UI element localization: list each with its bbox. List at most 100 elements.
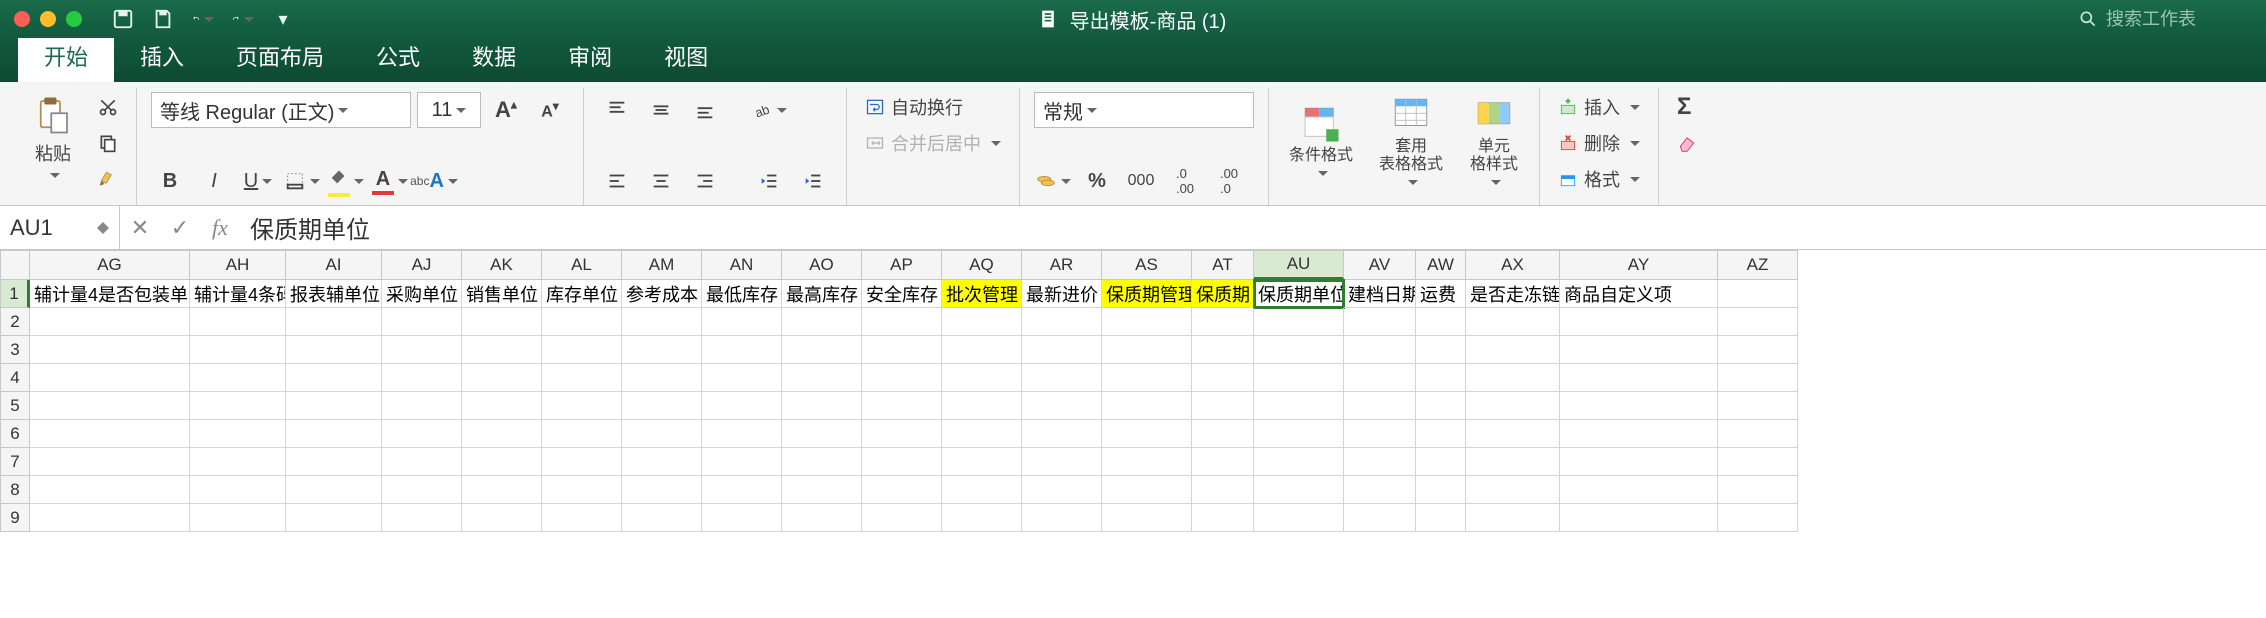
col-header-AG[interactable]: AG	[30, 250, 190, 280]
col-header-AJ[interactable]: AJ	[382, 250, 462, 280]
cell-AO7[interactable]	[782, 448, 862, 476]
formula-input[interactable]: 保质期单位	[240, 210, 2266, 245]
cell-AZ1[interactable]	[1718, 280, 1798, 308]
col-header-AN[interactable]: AN	[702, 250, 782, 280]
cell-AK3[interactable]	[462, 336, 542, 364]
row-header-5[interactable]: 5	[0, 392, 30, 420]
insert-cells-button[interactable]: 插入	[1554, 90, 1644, 124]
cell-AN4[interactable]	[702, 364, 782, 392]
cell-AV1[interactable]: 建档日期	[1344, 280, 1416, 308]
cell-AT4[interactable]	[1192, 364, 1254, 392]
orientation-button[interactable]: ab	[750, 92, 788, 128]
cell-AM2[interactable]	[622, 308, 702, 336]
cell-AV5[interactable]	[1344, 392, 1416, 420]
cut-button[interactable]	[94, 90, 122, 124]
fx-button[interactable]: fx	[200, 215, 240, 241]
wrap-text-button[interactable]: 自动换行	[861, 90, 1005, 124]
cell-AJ1[interactable]: 采购单位	[382, 280, 462, 308]
cell-AM8[interactable]	[622, 476, 702, 504]
minimize-window[interactable]	[40, 11, 56, 27]
row-header-1[interactable]: 1	[0, 280, 30, 308]
cell-AH1[interactable]: 辅计量4条码	[190, 280, 286, 308]
cell-AR6[interactable]	[1022, 420, 1102, 448]
select-all-corner[interactable]	[0, 250, 30, 280]
cell-AX7[interactable]	[1466, 448, 1560, 476]
decrease-indent-button[interactable]	[750, 163, 788, 199]
tab-审阅[interactable]: 审阅	[542, 32, 638, 82]
cell-AM5[interactable]	[622, 392, 702, 420]
col-header-AO[interactable]: AO	[782, 250, 862, 280]
cell-AQ5[interactable]	[942, 392, 1022, 420]
cell-AO2[interactable]	[782, 308, 862, 336]
cell-AJ4[interactable]	[382, 364, 462, 392]
underline-button[interactable]: U	[239, 163, 277, 199]
cell-AT6[interactable]	[1192, 420, 1254, 448]
cell-AZ8[interactable]	[1718, 476, 1798, 504]
cell-AG3[interactable]	[30, 336, 190, 364]
cell-AS6[interactable]	[1102, 420, 1192, 448]
cell-AN1[interactable]: 最低库存	[702, 280, 782, 308]
cell-AQ8[interactable]	[942, 476, 1022, 504]
cell-AT2[interactable]	[1192, 308, 1254, 336]
cell-AY1[interactable]: 商品自定义项	[1560, 280, 1718, 308]
cell-AQ4[interactable]	[942, 364, 1022, 392]
cell-AL6[interactable]	[542, 420, 622, 448]
cell-AH2[interactable]	[190, 308, 286, 336]
phonetic-button[interactable]: abcA	[415, 163, 453, 199]
font-name-combo[interactable]: 等线 Regular (正文)	[151, 92, 411, 128]
cell-AG6[interactable]	[30, 420, 190, 448]
cell-AY2[interactable]	[1560, 308, 1718, 336]
tab-插入[interactable]: 插入	[114, 32, 210, 82]
save-icon[interactable]	[152, 8, 174, 30]
enter-formula-button[interactable]: ✓	[160, 215, 200, 241]
cell-AY5[interactable]	[1560, 392, 1718, 420]
cell-AU4[interactable]	[1254, 364, 1344, 392]
col-header-AT[interactable]: AT	[1192, 250, 1254, 280]
cell-AX5[interactable]	[1466, 392, 1560, 420]
decrease-font-button[interactable]: A▾	[531, 92, 569, 128]
cell-AG1[interactable]: 辅计量4是否包装单位	[30, 280, 190, 308]
cell-AP7[interactable]	[862, 448, 942, 476]
cell-AW7[interactable]	[1416, 448, 1466, 476]
col-header-AV[interactable]: AV	[1344, 250, 1416, 280]
cell-AY4[interactable]	[1560, 364, 1718, 392]
align-center-button[interactable]	[642, 163, 680, 199]
cell-AV3[interactable]	[1344, 336, 1416, 364]
row-header-7[interactable]: 7	[0, 448, 30, 476]
borders-button[interactable]	[283, 163, 321, 199]
cell-AL1[interactable]: 库存单位	[542, 280, 622, 308]
cancel-formula-button[interactable]: ✕	[120, 215, 160, 241]
fill-color-button[interactable]	[327, 163, 365, 199]
cell-AU2[interactable]	[1254, 308, 1344, 336]
decrease-decimal-button[interactable]: .00.0	[1210, 163, 1248, 199]
cell-AH8[interactable]	[190, 476, 286, 504]
cell-AL7[interactable]	[542, 448, 622, 476]
merge-center-button[interactable]: 合并后居中	[861, 126, 1005, 160]
cell-AS4[interactable]	[1102, 364, 1192, 392]
cell-AY9[interactable]	[1560, 504, 1718, 532]
cell-AY8[interactable]	[1560, 476, 1718, 504]
cell-AX8[interactable]	[1466, 476, 1560, 504]
cell-AI9[interactable]	[286, 504, 382, 532]
cell-AG4[interactable]	[30, 364, 190, 392]
cell-styles-button[interactable]: 单元 格样式	[1463, 90, 1525, 191]
cell-AR7[interactable]	[1022, 448, 1102, 476]
col-header-AX[interactable]: AX	[1466, 250, 1560, 280]
cell-AR3[interactable]	[1022, 336, 1102, 364]
col-header-AI[interactable]: AI	[286, 250, 382, 280]
tab-公式[interactable]: 公式	[350, 32, 446, 82]
cell-AX9[interactable]	[1466, 504, 1560, 532]
cell-AU9[interactable]	[1254, 504, 1344, 532]
cell-AZ7[interactable]	[1718, 448, 1798, 476]
conditional-format-button[interactable]: 条件格式	[1283, 99, 1359, 183]
clear-button[interactable]	[1673, 126, 1701, 160]
autosum-button[interactable]: Σ	[1673, 90, 1701, 124]
increase-indent-button[interactable]	[794, 163, 832, 199]
cell-AI8[interactable]	[286, 476, 382, 504]
cell-AU8[interactable]	[1254, 476, 1344, 504]
cell-AY3[interactable]	[1560, 336, 1718, 364]
cell-AR1[interactable]: 最新进价	[1022, 280, 1102, 308]
col-header-AL[interactable]: AL	[542, 250, 622, 280]
cell-AP6[interactable]	[862, 420, 942, 448]
cell-AK9[interactable]	[462, 504, 542, 532]
